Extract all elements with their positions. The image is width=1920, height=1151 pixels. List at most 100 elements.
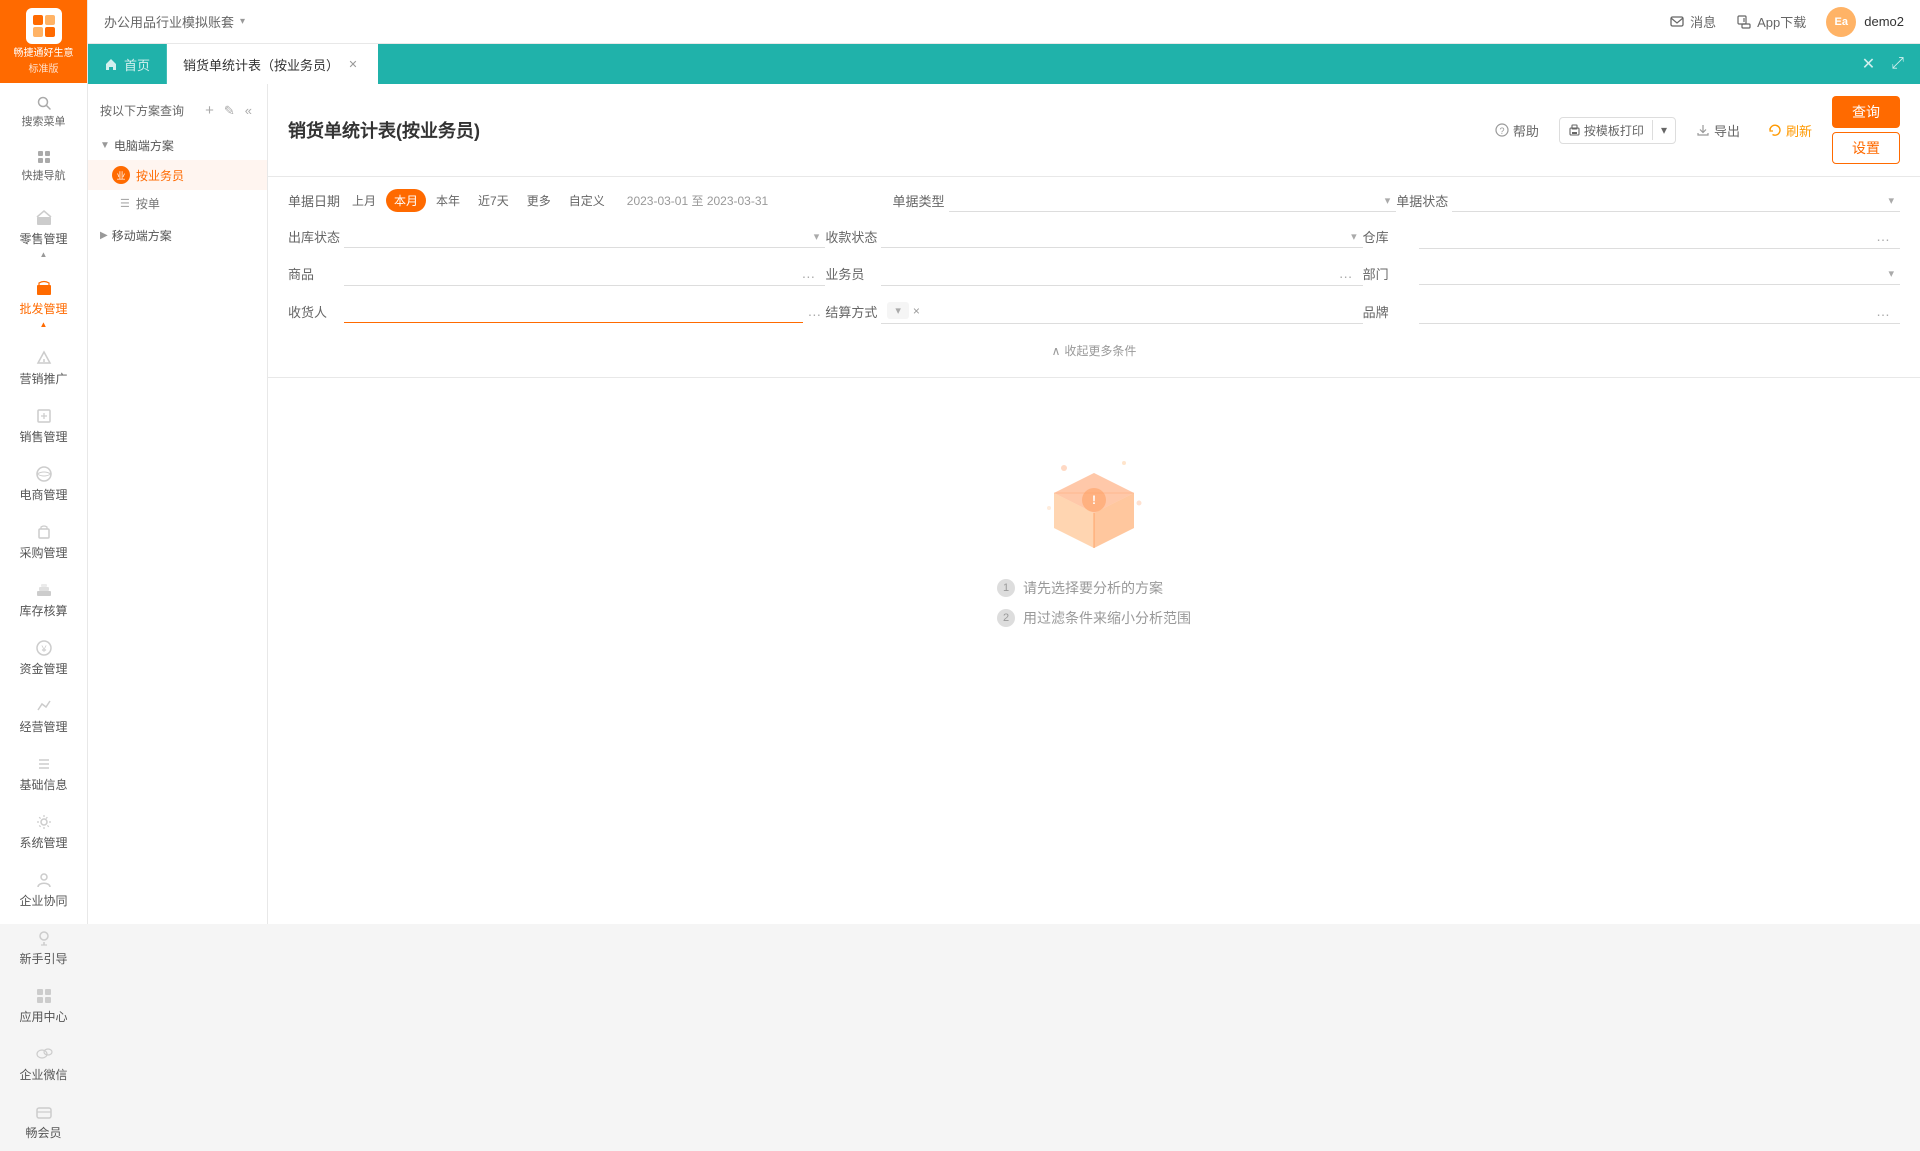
settlement-tag-close[interactable]: × <box>913 304 920 318</box>
date-tab-last7[interactable]: 近7天 <box>470 189 517 212</box>
shortcut-nav-button[interactable]: 快捷导航 <box>8 143 79 189</box>
export-button[interactable]: 导出 <box>1688 117 1748 144</box>
print-button[interactable]: 按模板打印 <box>1560 118 1652 143</box>
tab-home[interactable]: 首页 <box>88 44 167 84</box>
help-button[interactable]: ? 帮助 <box>1487 117 1547 144</box>
app-selector-label: 办公用品行业模拟账套 <box>104 12 234 31</box>
sidebar-item-retail[interactable]: 零售管理 ▲ <box>0 199 87 269</box>
tab-close-button[interactable]: ✕ <box>345 56 361 72</box>
desktop-group-arrow: ▼ <box>100 140 110 151</box>
doc-status-field: 单据状态 ▾ <box>1396 190 1900 212</box>
warehouse-select[interactable]: … <box>1419 224 1900 249</box>
date-tab-this-month[interactable]: 本月 <box>386 189 426 212</box>
sidebar-item-newbie[interactable]: 新手引导 <box>0 919 87 977</box>
export-icon <box>1696 123 1710 137</box>
logo-sub-text: 标准版 <box>29 60 59 75</box>
print-dropdown-button[interactable]: ▾ <box>1653 119 1675 141</box>
tab-home-label: 首页 <box>124 55 150 74</box>
sidebar-item-wholesale[interactable]: 批发管理 ▲ <box>0 269 87 339</box>
filter-content-area: 单据日期 上月 本月 本年 <box>268 177 1920 924</box>
settings-label: 设置 <box>1852 140 1880 156</box>
retail-icon <box>35 209 53 227</box>
product-field: 商品 … <box>288 261 825 286</box>
sidebar-item-marketing[interactable]: 营销推广 <box>0 339 87 397</box>
sidebar-item-operations[interactable]: 经营管理 <box>0 687 87 745</box>
filter-row-2: 出库状态 ▾ 收款状态 ▾ <box>288 224 1900 249</box>
inventory-icon <box>35 581 53 599</box>
tab-close-all-button[interactable]: ✕ <box>1858 50 1879 78</box>
date-tab-last-month[interactable]: 上月 <box>344 189 384 212</box>
brand-field: 品牌 … <box>1363 299 1900 324</box>
search-menu-button[interactable]: 搜索菜单 <box>8 89 79 135</box>
app-download-action[interactable]: App下载 <box>1736 12 1806 31</box>
scheme-item-by-order[interactable]: ☰ 按单 <box>88 190 267 217</box>
user-avatar-text: Ea <box>1835 16 1848 28</box>
app-selector[interactable]: 办公用品行业模拟账套 ▾ <box>104 12 245 31</box>
logo-icon <box>26 8 62 44</box>
sidebar-item-label-marketing: 营销推广 <box>19 370 67 387</box>
collapse-panel-button[interactable]: « <box>242 101 255 120</box>
sidebar-item-sales[interactable]: 销售管理 <box>0 397 87 455</box>
svg-text:?: ? <box>1499 126 1504 136</box>
app-selector-chevron: ▾ <box>240 16 245 27</box>
sidebar-item-label-basic: 基础信息 <box>19 776 67 793</box>
right-content: 销货单统计表(按业务员) ? 帮助 按模板打印 ▾ <box>268 84 1920 924</box>
brand-select[interactable]: … <box>1419 299 1900 324</box>
scheme-item-by-salesman[interactable]: 业 按业务员 <box>88 160 267 190</box>
date-tab-this-year[interactable]: 本年 <box>428 189 468 212</box>
consignee-input[interactable] <box>344 299 803 323</box>
sidebar-item-ecommerce[interactable]: 电商管理 <box>0 455 87 513</box>
collapse-label: 收起更多条件 <box>1064 342 1136 359</box>
doc-type-arrow: ▾ <box>1385 194 1391 207</box>
doc-status-select[interactable]: ▾ <box>1452 190 1900 212</box>
user-area[interactable]: Ea demo2 <box>1826 7 1904 37</box>
payment-status-field: 收款状态 ▾ <box>825 226 1362 248</box>
sidebar-search-area: 搜索菜单 <box>0 83 87 141</box>
empty-state: ! 1 请先选择要分析的方案 <box>268 378 1920 688</box>
doc-type-select[interactable]: ▾ <box>949 190 1397 212</box>
message-action[interactable]: 消息 <box>1669 12 1716 31</box>
sidebar-item-member[interactable]: 畅会员 <box>0 1093 87 1151</box>
sidebar-item-apps[interactable]: 应用中心 <box>0 977 87 1035</box>
sidebar-item-inventory[interactable]: 库存核算 <box>0 571 87 629</box>
empty-step-2: 2 用过滤条件来缩小分析范围 <box>997 608 1191 628</box>
step-2-text: 用过滤条件来缩小分析范围 <box>1023 608 1191 628</box>
sidebar-item-purchase[interactable]: 采购管理 <box>0 513 87 571</box>
date-tab-custom[interactable]: 自定义 <box>561 189 613 212</box>
settings-button[interactable]: 设置 <box>1832 132 1900 164</box>
desktop-group-header[interactable]: ▼ 电脑端方案 <box>88 131 267 160</box>
filter-area: 单据日期 上月 本月 本年 <box>268 177 1920 378</box>
consignee-field: 收货人 … <box>288 299 825 323</box>
sidebar-item-system[interactable]: 系统管理 <box>0 803 87 861</box>
add-scheme-button[interactable]: + <box>202 100 217 121</box>
search-menu-label: 搜索菜单 <box>22 113 66 129</box>
edit-scheme-button[interactable]: ✎ <box>221 101 238 121</box>
sidebar-item-finance[interactable]: ¥ 资金管理 <box>0 629 87 687</box>
delivery-label: 出库状态 <box>288 227 344 246</box>
sidebar-item-basic[interactable]: 基础信息 <box>0 745 87 803</box>
logo-area[interactable]: 畅捷通好生意 标准版 <box>0 0 87 83</box>
wholesale-arrow: ▲ <box>40 320 48 329</box>
desktop-group-label: 电脑端方案 <box>114 137 174 154</box>
delivery-select[interactable]: ▾ <box>344 226 825 248</box>
warehouse-dots: … <box>1872 228 1894 244</box>
settlement-label: 结算方式 <box>825 302 881 321</box>
member-icon <box>35 1103 53 1121</box>
sidebar-item-wechat[interactable]: 企业微信 <box>0 1035 87 1093</box>
sidebar-item-enterprise[interactable]: 企业协同 <box>0 861 87 919</box>
salesman-label: 业务员 <box>825 264 881 283</box>
tab-sales-stat[interactable]: 销货单统计表（按业务员） ✕ <box>167 44 378 84</box>
payment-status-select[interactable]: ▾ <box>881 226 1362 248</box>
tab-expand-button[interactable]: ⤢ <box>1887 51 1908 77</box>
empty-illustration: ! <box>1034 438 1154 558</box>
query-button[interactable]: 查询 <box>1832 96 1900 128</box>
mobile-group-header[interactable]: ▶ 移动端方案 <box>88 221 267 250</box>
by-salesman-icon: 业 <box>112 166 130 184</box>
collapse-conditions-button[interactable]: ∧ 收起更多条件 <box>288 336 1900 365</box>
date-tab-more[interactable]: 更多 <box>519 189 559 212</box>
product-select[interactable]: … <box>344 261 825 286</box>
salesman-select[interactable]: … <box>881 261 1362 286</box>
refresh-button[interactable]: 刷新 <box>1760 117 1820 144</box>
settlement-select[interactable]: ▾ × <box>881 298 1362 324</box>
dept-select[interactable]: ▾ <box>1419 263 1900 285</box>
